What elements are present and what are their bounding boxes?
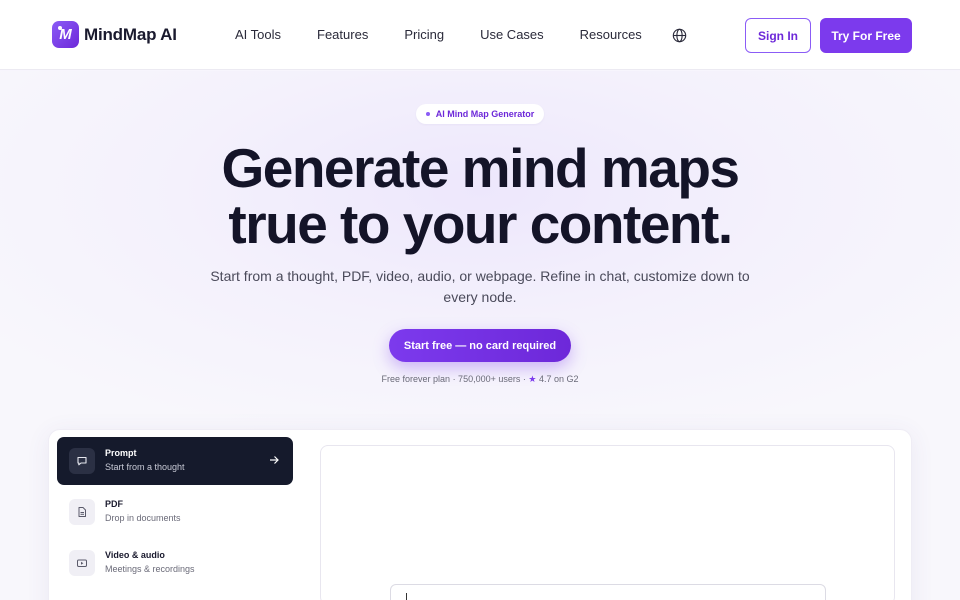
headline-line-2: true to your content. — [228, 193, 733, 255]
source-subtitle: Drop in documents — [105, 513, 181, 523]
try-for-free-button[interactable]: Try For Free — [820, 18, 912, 53]
document-icon — [69, 499, 95, 525]
source-title: PDF — [105, 499, 123, 509]
source-item-prompt[interactable]: Prompt Start from a thought — [57, 437, 293, 485]
arrow-right-icon — [270, 456, 279, 464]
nav-item-use-cases[interactable]: Use Cases — [480, 27, 544, 42]
source-list: Prompt Start from a thought PDF Drop in … — [57, 437, 293, 590]
source-title: Video & audio — [105, 550, 165, 560]
source-subtitle: Meetings & recordings — [105, 564, 195, 574]
source-item-video-audio[interactable]: Video & audio Meetings & recordings — [57, 539, 293, 587]
social-proof: Free forever plan · 750,000+ users · ★ 4… — [300, 374, 660, 385]
hero-badge: AI Mind Map Generator — [416, 104, 544, 124]
nav-item-resources[interactable]: Resources — [580, 27, 642, 42]
badge-dot-icon — [425, 112, 430, 116]
source-title: Prompt — [105, 448, 137, 458]
hero-headline: Generate mind maps true to your content. — [120, 140, 840, 252]
start-free-button[interactable]: Start free — no card required — [389, 329, 571, 362]
brand-logo[interactable]: M MindMap AI — [52, 21, 177, 48]
top-navbar: M MindMap AI AI Tools Features Pricing U… — [0, 0, 960, 70]
social-proof-text: Free forever plan · 750,000+ users · — [381, 374, 529, 384]
source-subtitle: Start from a thought — [105, 462, 185, 472]
nav-item-features[interactable]: Features — [317, 27, 368, 42]
headline-line-1: Generate mind maps — [221, 137, 740, 199]
hero-subhead: Start from a thought, PDF, video, audio,… — [210, 268, 750, 305]
nav-item-pricing[interactable]: Pricing — [404, 27, 444, 42]
logo-mark-icon: M — [52, 21, 79, 48]
source-item-pdf[interactable]: PDF Drop in documents — [57, 488, 293, 536]
text-caret — [406, 593, 407, 600]
globe-icon[interactable] — [672, 28, 687, 43]
sign-in-button[interactable]: Sign In — [745, 18, 811, 53]
rating-text: 4.7 on G2 — [536, 374, 579, 384]
hero-badge-label: AI Mind Map Generator — [435, 109, 535, 119]
prompt-input[interactable] — [390, 584, 826, 600]
mind-map-canvas — [320, 445, 895, 600]
nav-item-ai-tools[interactable]: AI Tools — [235, 27, 281, 42]
brand-name: MindMap AI — [84, 24, 177, 44]
video-icon — [69, 550, 95, 576]
chat-bubble-icon — [69, 448, 95, 474]
main-nav: AI Tools Features Pricing Use Cases Reso… — [235, 27, 678, 42]
